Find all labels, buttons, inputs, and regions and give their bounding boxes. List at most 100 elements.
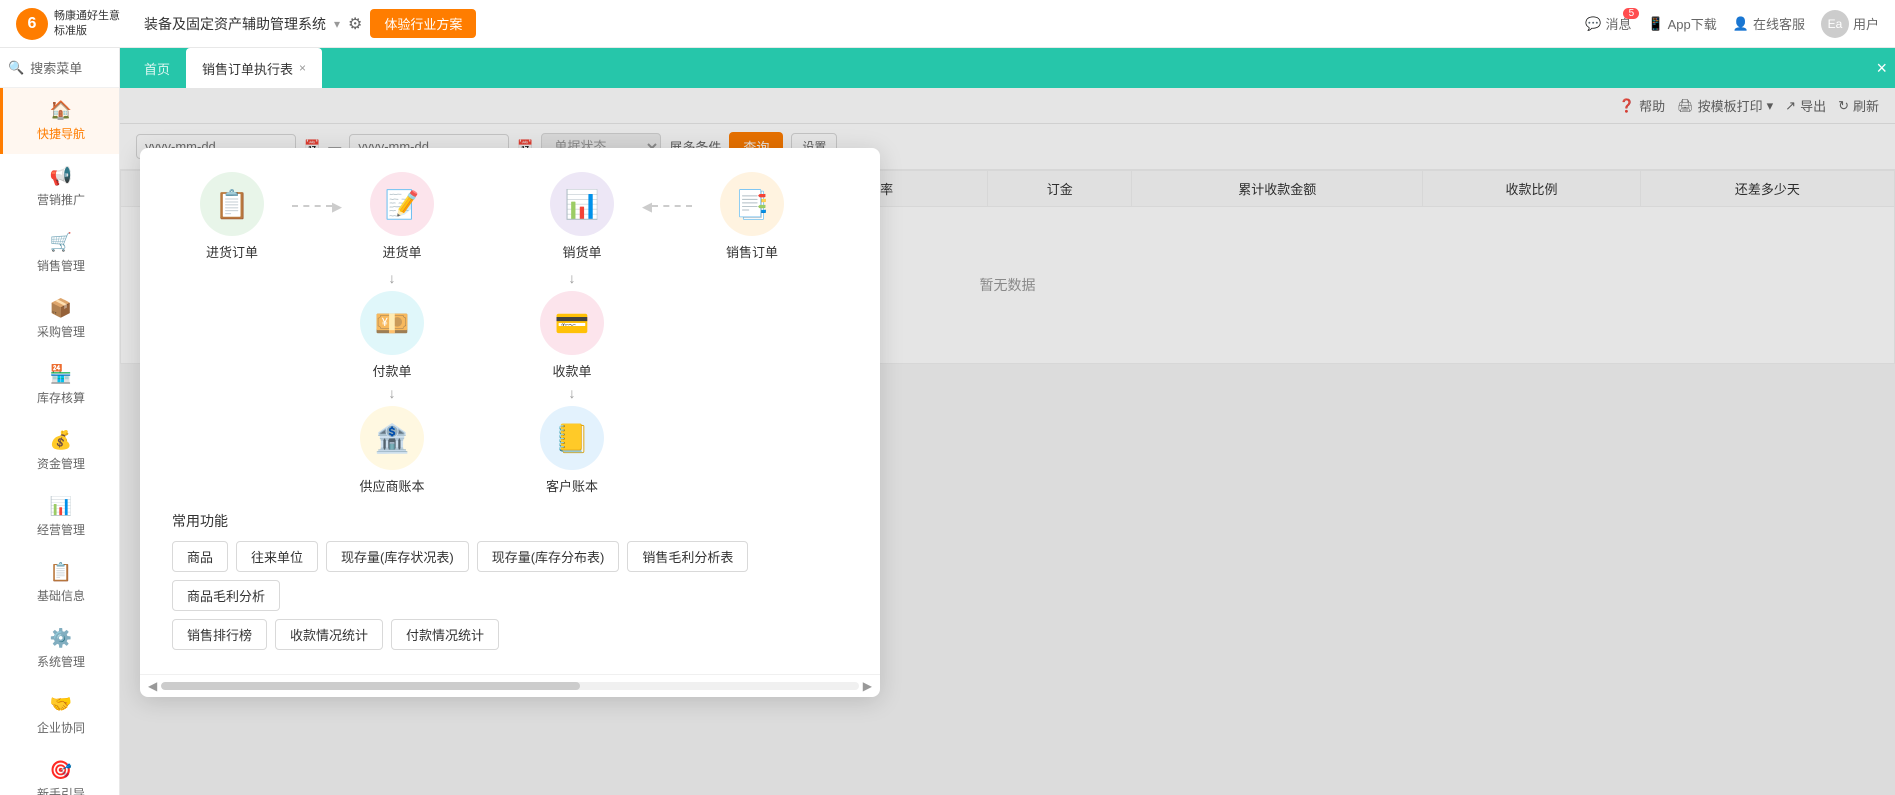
logo: 6 畅康通好生意 标准版 — [16, 8, 136, 40]
top-bar: 6 畅康通好生意 标准版 装备及固定资产辅助管理系统 ▾ ⚙ 体验行业方案 💬 … — [0, 0, 1895, 48]
arrow-po-to-pb: ▶ — [292, 199, 342, 215]
sidebar-item-operations[interactable]: 📊 经营管理 — [0, 484, 119, 550]
workflow-supplier-ledger[interactable]: 🏦 供应商账本 — [332, 406, 452, 495]
func-btn-sales-rank[interactable]: 销售排行榜 — [172, 619, 267, 650]
system-title-area: 装备及固定资产辅助管理系统 ▾ ⚙ 体验行业方案 — [144, 9, 1585, 38]
modal-overlay[interactable]: 📋 进货订单 ▶ — [120, 88, 1895, 795]
avatar: Ea — [1821, 10, 1849, 38]
workflow-sales-order[interactable]: 📑 销售订单 — [692, 172, 812, 261]
app-download-button[interactable]: 📱 App下载 — [1647, 14, 1716, 33]
sales-order-icon: 📑 — [735, 188, 770, 221]
arrow-pb-down: ↓ — [389, 271, 396, 285]
title-arrow-icon[interactable]: ▾ — [334, 17, 340, 31]
system-icon: ⚙️ — [50, 628, 72, 649]
tab-close-icon[interactable]: × — [299, 61, 306, 75]
tab-bar: 首页 销售订单执行表 × × — [120, 48, 1895, 88]
purchase-bill-icon: 📝 — [385, 188, 420, 221]
customer-ledger-icon: 📒 — [555, 422, 590, 455]
sales-bill-icon: 📊 — [565, 188, 600, 221]
top-bar-right: 💬 消息 5 📱 App下载 👤 在线客服 Ea 用户 — [1585, 10, 1879, 38]
guide-icon: 🎯 — [50, 760, 72, 781]
workflow-purchase-order[interactable]: 📋 进货订单 — [172, 172, 292, 261]
scrollbar-thumb — [161, 682, 580, 690]
search-menu-button[interactable]: 🔍 搜索菜单 — [0, 48, 119, 88]
content-area: ❓ 帮助 🖨 按模板打印 ▾ ↗ 导出 ↻ 刷新 — [120, 88, 1895, 795]
service-icon: 👤 — [1733, 16, 1749, 32]
func-btn-sales-margin[interactable]: 销售毛利分析表 — [627, 541, 748, 572]
logo-icon: 6 — [16, 8, 48, 40]
modal-scrollbar: ◀ ▶ — [140, 674, 880, 697]
logo-text: 畅康通好生意 标准版 — [54, 9, 120, 38]
experience-button[interactable]: 体验行业方案 — [370, 9, 476, 38]
receipt-label: 收款单 — [552, 361, 591, 380]
search-icon: 🔍 — [8, 60, 24, 76]
purchase-order-label: 进货订单 — [206, 242, 258, 261]
sidebar-item-marketing[interactable]: 📢 营销推广 — [0, 154, 119, 220]
sidebar-item-purchase[interactable]: 📦 采购管理 — [0, 286, 119, 352]
modal-body: 📋 进货订单 ▶ — [140, 148, 880, 674]
workflow-payment-out[interactable]: 💴 付款单 — [332, 291, 452, 380]
workflow-receipt[interactable]: 💳 收款单 — [512, 291, 632, 380]
scrollbar-track[interactable] — [161, 682, 859, 690]
finance-icon: 💰 — [50, 430, 72, 451]
supplier-ledger-circle: 🏦 — [360, 406, 424, 470]
sales-order-circle: 📑 — [720, 172, 784, 236]
receipt-icon: 💳 — [555, 307, 590, 340]
workflow-modal: 📋 进货订单 ▶ — [140, 148, 880, 697]
sidebar-item-sales[interactable]: 🛒 销售管理 — [0, 220, 119, 286]
func-btn-product[interactable]: 商品 — [172, 541, 228, 572]
enterprise-icon: 🤝 — [50, 694, 72, 715]
settings-gear-button[interactable]: ⚙ — [348, 14, 362, 34]
purchase-order-icon: 📋 — [215, 188, 250, 221]
message-badge: 5 — [1623, 8, 1639, 19]
func-btn-counterparty[interactable]: 往来单位 — [236, 541, 318, 572]
sidebar-item-inventory[interactable]: 🏪 库存核算 — [0, 352, 119, 418]
inventory-icon: 🏪 — [50, 364, 72, 385]
payment-out-icon: 💴 — [375, 307, 410, 340]
sidebar-item-enterprise[interactable]: 🤝 企业协同 — [0, 682, 119, 748]
common-functions: 常用功能 商品 往来单位 现存量(库存状况表) 现存量(库存分布表) 销售毛利分… — [172, 511, 848, 650]
message-icon: 💬 — [1585, 16, 1601, 32]
scroll-right-icon[interactable]: ▶ — [863, 679, 872, 693]
home-icon: 🏠 — [50, 100, 72, 121]
func-btn-product-margin[interactable]: 商品毛利分析 — [172, 580, 280, 611]
phone-icon: 📱 — [1647, 16, 1663, 32]
system-title: 装备及固定资产辅助管理系统 — [144, 14, 326, 34]
purchase-icon: 📦 — [50, 298, 72, 319]
func-btn-stock-status[interactable]: 现存量(库存状况表) — [326, 541, 469, 572]
sales-bill-label: 销货单 — [562, 242, 601, 261]
scroll-left-icon[interactable]: ◀ — [148, 679, 157, 693]
marketing-icon: 📢 — [50, 166, 72, 187]
window-close-button[interactable]: × — [1876, 58, 1887, 79]
sidebar-item-basic-info[interactable]: 📋 基础信息 — [0, 550, 119, 616]
user-menu[interactable]: Ea 用户 — [1821, 10, 1879, 38]
workflow-customer-ledger[interactable]: 📒 客户账本 — [512, 406, 632, 495]
arrow-sb-down: ↓ — [569, 271, 576, 285]
func-btn-payment-stats[interactable]: 付款情况统计 — [391, 619, 499, 650]
basic-info-icon: 📋 — [50, 562, 72, 583]
payment-out-circle: 💴 — [360, 291, 424, 355]
supplier-ledger-icon: 🏦 — [375, 422, 410, 455]
common-functions-title: 常用功能 — [172, 511, 848, 531]
sidebar-item-guide[interactable]: 🎯 新手引导 — [0, 748, 119, 795]
sidebar: 🔍 搜索菜单 🏠 快捷导航 📢 营销推广 🛒 销售管理 📦 采购管理 🏪 库存核… — [0, 48, 120, 795]
tab-sales-order-execution[interactable]: 销售订单执行表 × — [186, 48, 322, 88]
func-btn-receipt-stats[interactable]: 收款情况统计 — [275, 619, 383, 650]
func-btn-stock-dist[interactable]: 现存量(库存分布表) — [477, 541, 620, 572]
workflow-purchase-bill[interactable]: 📝 进货单 — [342, 172, 462, 261]
tab-home[interactable]: 首页 — [128, 48, 186, 88]
arrow-po-down: ↓ — [389, 386, 396, 400]
sidebar-item-system[interactable]: ⚙️ 系统管理 — [0, 616, 119, 682]
sidebar-item-finance[interactable]: 💰 资金管理 — [0, 418, 119, 484]
message-button[interactable]: 💬 消息 5 — [1585, 14, 1631, 33]
supplier-ledger-label: 供应商账本 — [359, 476, 424, 495]
sales-bill-circle: 📊 — [550, 172, 614, 236]
sales-order-label: 销售订单 — [726, 242, 778, 261]
purchase-bill-label: 进货单 — [382, 242, 421, 261]
workflow-sales-bill[interactable]: 📊 销货单 — [522, 172, 642, 261]
main-content: 首页 销售订单执行表 × × ❓ 帮助 🖨 按模板打印 ▾ — [120, 48, 1895, 795]
sidebar-item-quick-nav[interactable]: 🏠 快捷导航 — [0, 88, 119, 154]
online-service-button[interactable]: 👤 在线客服 — [1733, 14, 1805, 33]
receipt-circle: 💳 — [540, 291, 604, 355]
arrow-so-to-sb: ◀ — [642, 199, 692, 215]
